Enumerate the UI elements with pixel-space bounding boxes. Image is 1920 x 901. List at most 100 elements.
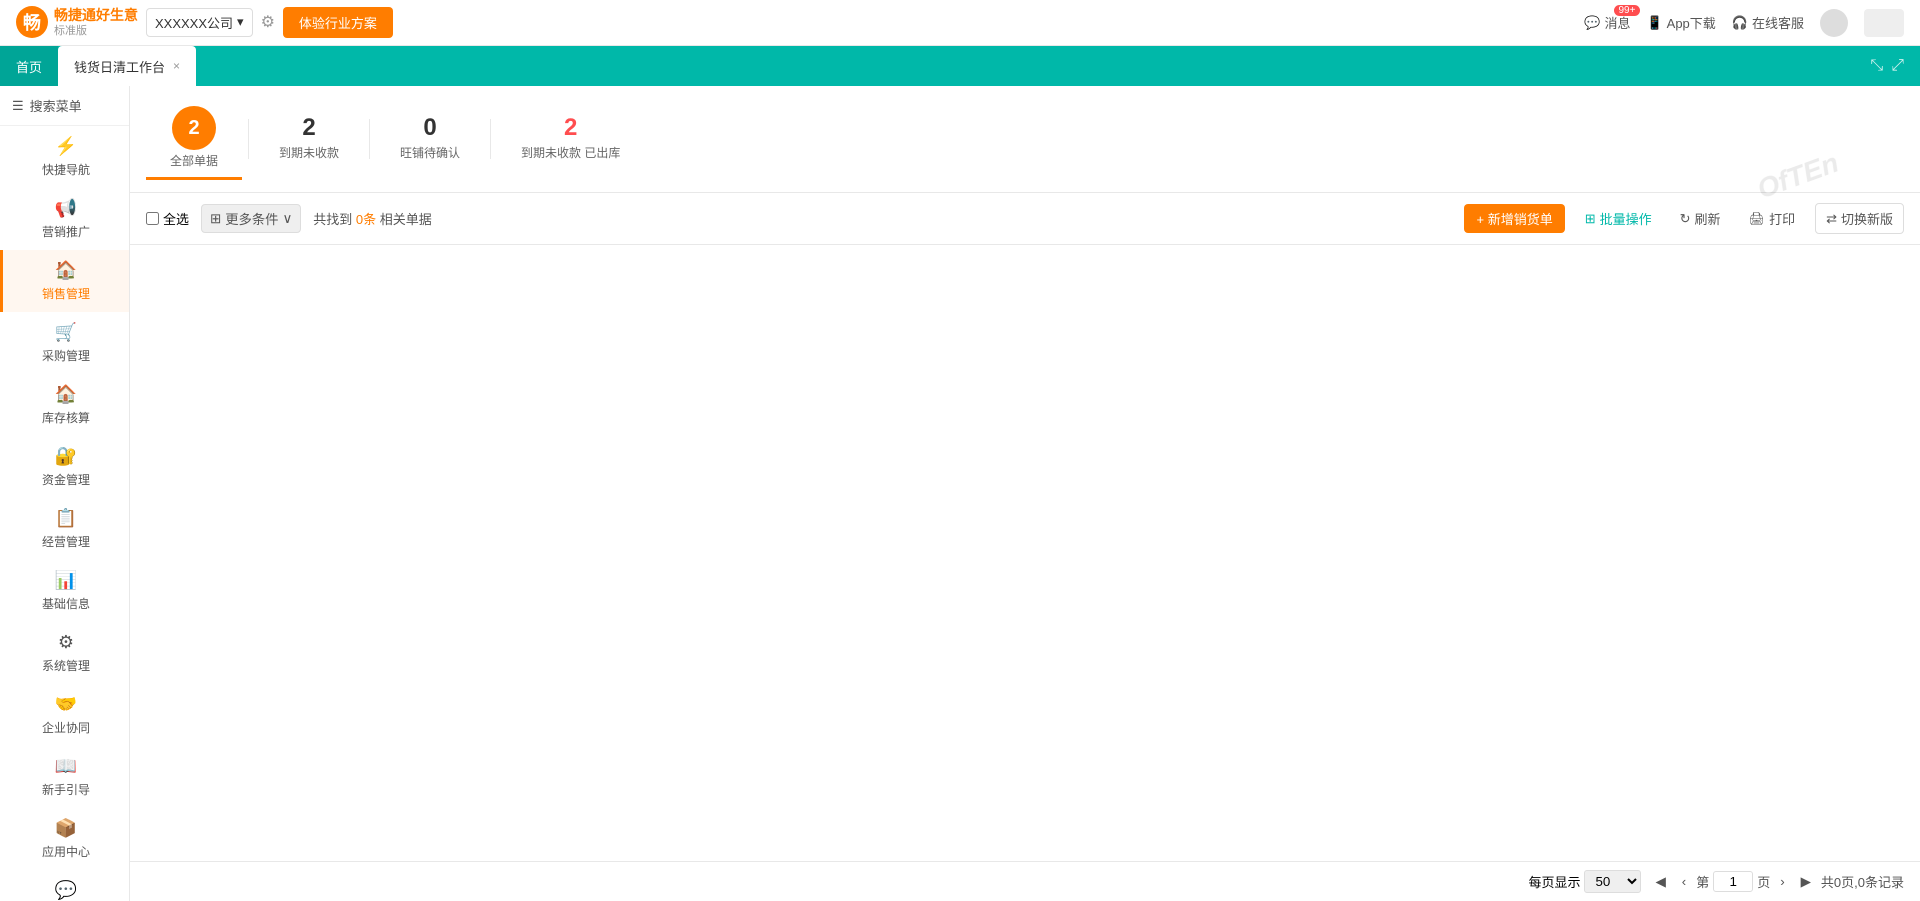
next-page-button[interactable]: › — [1774, 872, 1790, 891]
sidebar-item-app-center[interactable]: 📦 应用中心 — [0, 808, 129, 870]
nav-expand-button[interactable]: ⤢ — [1891, 57, 1904, 75]
filter-button[interactable]: ⊞ 更多条件 ∨ — [201, 204, 301, 233]
sidebar-item-operations[interactable]: 📋 经营管理 — [0, 498, 129, 560]
sidebar-icon-purchase: 🛒 — [55, 322, 77, 343]
company-selector[interactable]: XXXXXX公司 ▾ — [146, 8, 253, 37]
stat-overdue-unshipped-count: 2 — [564, 114, 577, 142]
logo-text: 畅捷通好生意 标准版 — [54, 6, 138, 38]
tab-home[interactable]: 首页 — [0, 46, 58, 86]
stat-divider-2 — [369, 119, 370, 159]
sidebar-label-sys-mgmt: 系统管理 — [42, 657, 90, 674]
message-item[interactable]: 💬 消息 99+ — [1584, 13, 1630, 32]
select-all-input[interactable] — [146, 212, 159, 225]
first-page-button[interactable]: ◀ — [1649, 872, 1671, 892]
online-service-item[interactable]: 🎧 在线客服 — [1732, 13, 1804, 32]
pagination: 每页显示 50 100 200 ◀ ‹ 第 页 › ▶ 共0页,0条记录 — [130, 861, 1920, 901]
sidebar-item-sales[interactable]: 🏠 销售管理 — [0, 250, 129, 312]
main-layout: ☰ 搜索菜单 ⚡ 快捷导航 📢 营销推广 🏠 销售管理 🛒 采购管理 🏠 库存核… — [0, 86, 1920, 901]
stat-all[interactable]: 2 全部单据 — [146, 98, 242, 180]
sidebar-label-purchase: 采购管理 — [42, 347, 90, 364]
search-menu-item[interactable]: ☰ 搜索菜单 — [0, 86, 129, 126]
page-input[interactable] — [1713, 871, 1753, 892]
toolbar: 全选 ⊞ 更多条件 ∨ 共找到 0条 相关单据 + 新增销货单 ⊞ 批量操作 — [130, 193, 1920, 245]
total-info: 共0页,0条记录 — [1821, 872, 1904, 891]
sidebar-item-quick-nav[interactable]: ⚡ 快捷导航 — [0, 126, 129, 188]
stat-all-count: 2 — [172, 106, 216, 150]
print-icon: 🖨 — [1749, 211, 1766, 227]
sidebar-icon-quick-nav: ⚡ — [55, 136, 77, 157]
sidebar-item-enterprise-coop[interactable]: 🤝 企业协同 — [0, 684, 129, 746]
sidebar-item-beginner-guide[interactable]: 📖 新手引导 — [0, 746, 129, 808]
sidebar-label-sales: 销售管理 — [42, 285, 90, 302]
batch-icon: ⊞ — [1585, 211, 1596, 227]
sidebar-item-sys-mgmt[interactable]: ⚙ 系统管理 — [0, 622, 129, 684]
app-download-item[interactable]: 📱 App下载 — [1646, 13, 1715, 32]
sidebar-item-capital[interactable]: 🔐 资金管理 — [0, 436, 129, 498]
refresh-icon: ↻ — [1680, 211, 1691, 227]
sidebar: ☰ 搜索菜单 ⚡ 快捷导航 📢 营销推广 🏠 销售管理 🛒 采购管理 🏠 库存核… — [0, 86, 130, 901]
found-count: 0条 — [356, 212, 376, 227]
stat-overdue-unpaid-label: 到期未收款 — [279, 144, 339, 161]
sidebar-item-marketing[interactable]: 📢 营销推广 — [0, 188, 129, 250]
table-area — [130, 245, 1920, 861]
last-page-button[interactable]: ▶ — [1795, 872, 1817, 892]
top-header: 畅 畅捷通好生意 标准版 XXXXXX公司 ▾ ⚙ 体验行业方案 💬 消息 99… — [0, 0, 1920, 46]
user-name-area[interactable] — [1864, 9, 1904, 37]
batch-operation-button[interactable]: ⊞ 批量操作 — [1577, 204, 1660, 233]
found-suffix: 相关单据 — [380, 212, 432, 227]
per-page-select[interactable]: 50 100 200 — [1584, 870, 1641, 893]
sidebar-label-beginner-guide: 新手引导 — [42, 781, 90, 798]
stats-bar: 2 全部单据 2 到期未收款 0 旺铺待确认 2 到期未收款 已出库 — [130, 86, 1920, 193]
stat-divider-1 — [248, 119, 249, 159]
print-button[interactable]: 🖨 打印 — [1741, 204, 1804, 233]
sidebar-icon-base-info: 📊 — [55, 570, 77, 591]
settings-icon[interactable]: ⚙ — [261, 12, 275, 32]
tab-qhrq[interactable]: 钱货日清工作台 × — [58, 46, 196, 86]
sidebar-icon-sales: 🏠 — [55, 260, 77, 281]
phone-icon: 📱 — [1646, 15, 1662, 31]
search-menu-label: 搜索菜单 — [30, 96, 82, 115]
stat-overdue-unshipped-label: 到期未收款 已出库 — [521, 144, 620, 161]
stat-overdue-unpaid[interactable]: 2 到期未收款 — [255, 106, 363, 172]
select-all-label: 全选 — [163, 209, 189, 228]
switch-version-button[interactable]: ⇄ 切换新版 — [1815, 203, 1904, 234]
header-left: 畅 畅捷通好生意 标准版 XXXXXX公司 ▾ ⚙ 体验行业方案 — [16, 6, 393, 38]
nav-controls: ⤡ ⤢ — [1854, 57, 1920, 75]
app-download-label: App下载 — [1667, 13, 1716, 32]
stat-divider-3 — [490, 119, 491, 159]
sidebar-item-purchase[interactable]: 🛒 采购管理 — [0, 312, 129, 374]
toolbar-right: + 新增销货单 ⊞ 批量操作 ↻ 刷新 🖨 打印 ⇄ 切换新版 — [1464, 203, 1904, 234]
sidebar-icon-marketing: 📢 — [55, 198, 77, 219]
user-avatar[interactable] — [1820, 9, 1848, 37]
logo-main: 畅捷通好生意 — [54, 6, 138, 24]
stat-overdue-unshipped[interactable]: 2 到期未收款 已出库 — [497, 106, 644, 172]
sidebar-item-base-info[interactable]: 📊 基础信息 — [0, 560, 129, 622]
trial-button[interactable]: 体验行业方案 — [283, 7, 393, 38]
select-all-checkbox[interactable]: 全选 — [146, 209, 189, 228]
sidebar-label-operations: 经营管理 — [42, 533, 90, 550]
batch-label: 批量操作 — [1600, 209, 1652, 228]
sidebar-label-capital: 资金管理 — [42, 471, 90, 488]
online-service-label: 在线客服 — [1752, 13, 1804, 32]
page-nav: ◀ ‹ 第 页 › ▶ 共0页,0条记录 — [1649, 871, 1904, 892]
switch-icon: ⇄ — [1826, 211, 1837, 227]
page-suffix: 页 — [1757, 872, 1770, 891]
stat-pending-confirm-label: 旺铺待确认 — [400, 144, 460, 161]
refresh-button[interactable]: ↻ 刷新 — [1672, 204, 1729, 233]
found-text: 共找到 0条 相关单据 — [313, 209, 432, 228]
sidebar-icon-enterprise-wechat: 💬 — [55, 880, 77, 901]
stat-pending-confirm[interactable]: 0 旺铺待确认 — [376, 106, 484, 172]
add-sales-button[interactable]: + 新增销货单 — [1464, 204, 1564, 233]
nav-restore-button[interactable]: ⤡ — [1870, 57, 1883, 75]
content-area: 2 全部单据 2 到期未收款 0 旺铺待确认 2 到期未收款 已出库 — [130, 86, 1920, 901]
sidebar-item-enterprise-wechat[interactable]: 💬 企业微信 — [0, 870, 129, 901]
refresh-label: 刷新 — [1695, 209, 1721, 228]
stat-pending-confirm-count: 0 — [423, 114, 436, 142]
filter-chevron-icon: ∨ — [283, 211, 293, 227]
tab-close-icon[interactable]: × — [173, 59, 180, 73]
home-tab-label: 首页 — [16, 57, 42, 76]
sidebar-label-app-center: 应用中心 — [42, 843, 90, 860]
prev-page-button[interactable]: ‹ — [1676, 872, 1692, 891]
stat-all-label: 全部单据 — [170, 152, 218, 169]
sidebar-item-inventory[interactable]: 🏠 库存核算 — [0, 374, 129, 436]
